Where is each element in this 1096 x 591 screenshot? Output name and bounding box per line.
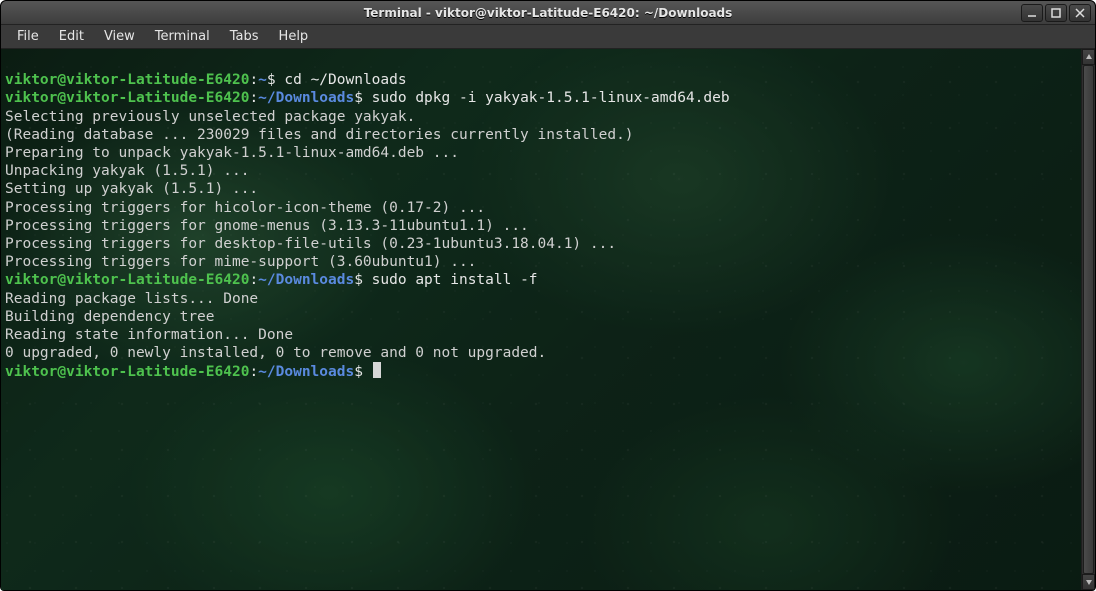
scrollbar-track[interactable] xyxy=(1082,65,1095,574)
prompt-dollar: $ xyxy=(354,272,371,288)
scroll-down-button[interactable] xyxy=(1082,574,1095,590)
prompt-sep: : xyxy=(249,364,258,380)
menu-tabs[interactable]: Tabs xyxy=(220,27,269,46)
scrollbar[interactable] xyxy=(1081,49,1095,590)
maximize-icon xyxy=(1051,8,1061,18)
prompt-path: ~/Downloads xyxy=(258,364,354,380)
output-line: Unpacking yakyak (1.5.1) ... xyxy=(5,163,249,179)
prompt-dollar: $ xyxy=(354,364,371,380)
cmd-apt-f: sudo apt install -f xyxy=(372,272,538,288)
menu-file[interactable]: File xyxy=(7,27,49,46)
output-line: Selecting previously unselected package … xyxy=(5,109,415,125)
prompt-userhost: viktor@viktor-Latitude-E6420 xyxy=(5,364,249,380)
cmd-cd: cd ~/Downloads xyxy=(284,72,406,88)
output-line: Processing triggers for hicolor-icon-the… xyxy=(5,200,485,216)
chevron-up-icon xyxy=(1085,53,1093,61)
window-controls xyxy=(1021,1,1091,25)
minimize-button[interactable] xyxy=(1021,4,1043,22)
output-line: Building dependency tree xyxy=(5,309,215,325)
output-line: Setting up yakyak (1.5.1) ... xyxy=(5,181,258,197)
terminal-content[interactable]: viktor@viktor-Latitude-E6420:~$ cd ~/Dow… xyxy=(1,49,1095,590)
minimize-icon xyxy=(1027,8,1037,18)
output-line: Processing triggers for gnome-menus (3.1… xyxy=(5,218,529,234)
cmd-dpkg: sudo dpkg -i yakyak-1.5.1-linux-amd64.de… xyxy=(372,90,730,106)
chevron-down-icon xyxy=(1085,578,1093,586)
prompt-path: ~ xyxy=(258,72,267,88)
scroll-up-button[interactable] xyxy=(1082,49,1095,65)
output-line: Preparing to unpack yakyak-1.5.1-linux-a… xyxy=(5,145,459,161)
scrollbar-thumb[interactable] xyxy=(1083,65,1094,574)
maximize-button[interactable] xyxy=(1045,4,1067,22)
menu-terminal[interactable]: Terminal xyxy=(145,27,220,46)
close-icon xyxy=(1075,8,1085,18)
prompt-path: ~/Downloads xyxy=(258,90,354,106)
prompt-dollar: $ xyxy=(354,90,371,106)
output-line: 0 upgraded, 0 newly installed, 0 to remo… xyxy=(5,345,546,361)
prompt-userhost: viktor@viktor-Latitude-E6420 xyxy=(5,272,249,288)
terminal-viewport: viktor@viktor-Latitude-E6420:~$ cd ~/Dow… xyxy=(1,49,1095,590)
output-line: Processing triggers for desktop-file-uti… xyxy=(5,236,616,252)
terminal-window: Terminal - viktor@viktor-Latitude-E6420:… xyxy=(0,0,1096,591)
close-button[interactable] xyxy=(1069,4,1091,22)
output-line: Reading state information... Done xyxy=(5,327,293,343)
menu-help[interactable]: Help xyxy=(269,27,319,46)
menubar: File Edit View Terminal Tabs Help xyxy=(1,25,1095,49)
prompt-userhost: viktor@viktor-Latitude-E6420 xyxy=(5,72,249,88)
output-line: (Reading database ... 230029 files and d… xyxy=(5,127,634,143)
output-line: Processing triggers for mime-support (3.… xyxy=(5,254,476,270)
prompt-sep: : xyxy=(249,272,258,288)
titlebar[interactable]: Terminal - viktor@viktor-Latitude-E6420:… xyxy=(1,1,1095,25)
menu-edit[interactable]: Edit xyxy=(49,27,94,46)
prompt-userhost: viktor@viktor-Latitude-E6420 xyxy=(5,90,249,106)
menu-view[interactable]: View xyxy=(94,27,145,46)
prompt-sep: : xyxy=(249,90,258,106)
prompt-path: ~/Downloads xyxy=(258,272,354,288)
prompt-dollar: $ xyxy=(267,72,284,88)
prompt-sep: : xyxy=(249,72,258,88)
window-title: Terminal - viktor@viktor-Latitude-E6420:… xyxy=(1,6,1095,20)
output-line: Reading package lists... Done xyxy=(5,291,258,307)
terminal-cursor xyxy=(373,362,381,378)
